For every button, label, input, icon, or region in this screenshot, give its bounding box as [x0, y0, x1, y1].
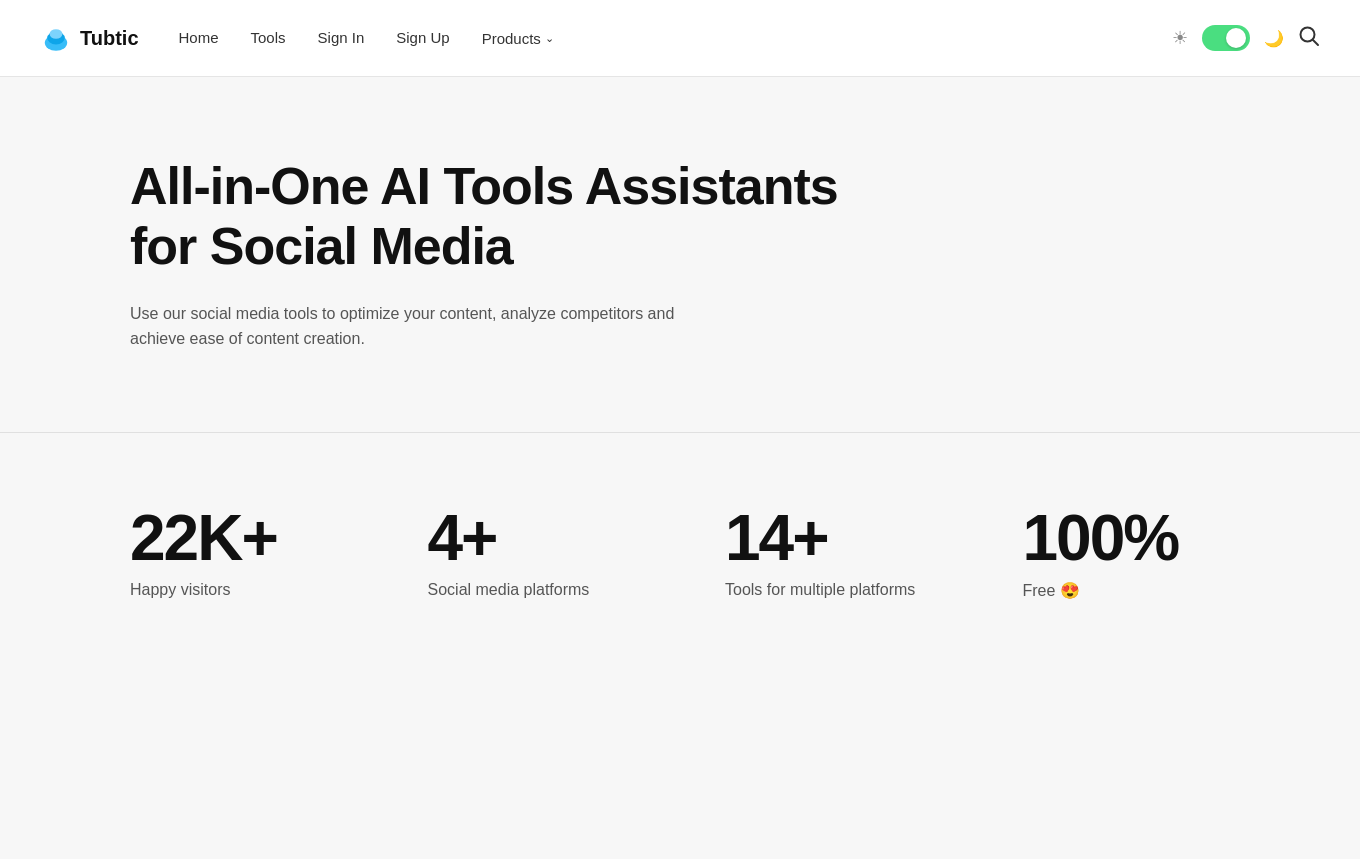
stat-label-tools: Tools for multiple platforms: [725, 581, 1023, 599]
nav-links: Home Tools Sign In Sign Up Products ⌄: [179, 29, 554, 47]
chevron-down-icon: ⌄: [545, 32, 554, 45]
nav-link-tools[interactable]: Tools: [251, 29, 286, 46]
nav-item-products[interactable]: Products ⌄: [482, 30, 554, 47]
stat-item-visitors: 22K+ Happy visitors: [130, 503, 428, 600]
navbar: Tubtic Home Tools Sign In Sign Up Produc…: [0, 0, 1360, 77]
stat-label-platforms: Social media platforms: [428, 581, 726, 599]
nav-link-signin[interactable]: Sign In: [318, 29, 365, 46]
stat-number-visitors: 22K+: [130, 503, 428, 573]
brand-name: Tubtic: [80, 27, 139, 50]
moon-icon[interactable]: 🌙: [1264, 29, 1284, 48]
brand-logo-link[interactable]: Tubtic: [40, 22, 139, 54]
nav-link-home[interactable]: Home: [179, 29, 219, 46]
svg-line-4: [1313, 40, 1318, 45]
stats-section: 22K+ Happy visitors 4+ Social media plat…: [0, 433, 1360, 680]
stat-item-tools: 14+ Tools for multiple platforms: [725, 503, 1023, 600]
stat-label-free: Free 😍: [1023, 581, 1321, 600]
nav-item-signup[interactable]: Sign Up: [396, 29, 449, 47]
nav-left: Tubtic Home Tools Sign In Sign Up Produc…: [40, 22, 554, 54]
stat-number-free: 100%: [1023, 503, 1321, 573]
stat-item-free: 100% Free 😍: [1023, 503, 1321, 600]
toggle-knob: [1226, 28, 1246, 48]
hero-title: All-in-One AI Tools Assistants for Socia…: [130, 157, 890, 277]
nav-item-signin[interactable]: Sign In: [318, 29, 365, 47]
stat-number-platforms: 4+: [428, 503, 726, 573]
hero-section: All-in-One AI Tools Assistants for Socia…: [0, 77, 1360, 432]
nav-item-home[interactable]: Home: [179, 29, 219, 47]
theme-toggle[interactable]: [1202, 25, 1250, 51]
sun-icon[interactable]: ☀: [1172, 27, 1188, 49]
stat-label-visitors: Happy visitors: [130, 581, 428, 599]
stat-item-platforms: 4+ Social media platforms: [428, 503, 726, 600]
stat-number-tools: 14+: [725, 503, 1023, 573]
nav-item-tools[interactable]: Tools: [251, 29, 286, 47]
nav-products-label: Products: [482, 30, 541, 47]
nav-link-signup[interactable]: Sign Up: [396, 29, 449, 46]
search-icon[interactable]: [1298, 25, 1320, 52]
svg-point-2: [50, 29, 63, 39]
brand-logo-icon: [40, 22, 72, 54]
hero-subtitle: Use our social media tools to optimize y…: [130, 301, 730, 352]
nav-right: ☀ 🌙: [1172, 25, 1320, 52]
